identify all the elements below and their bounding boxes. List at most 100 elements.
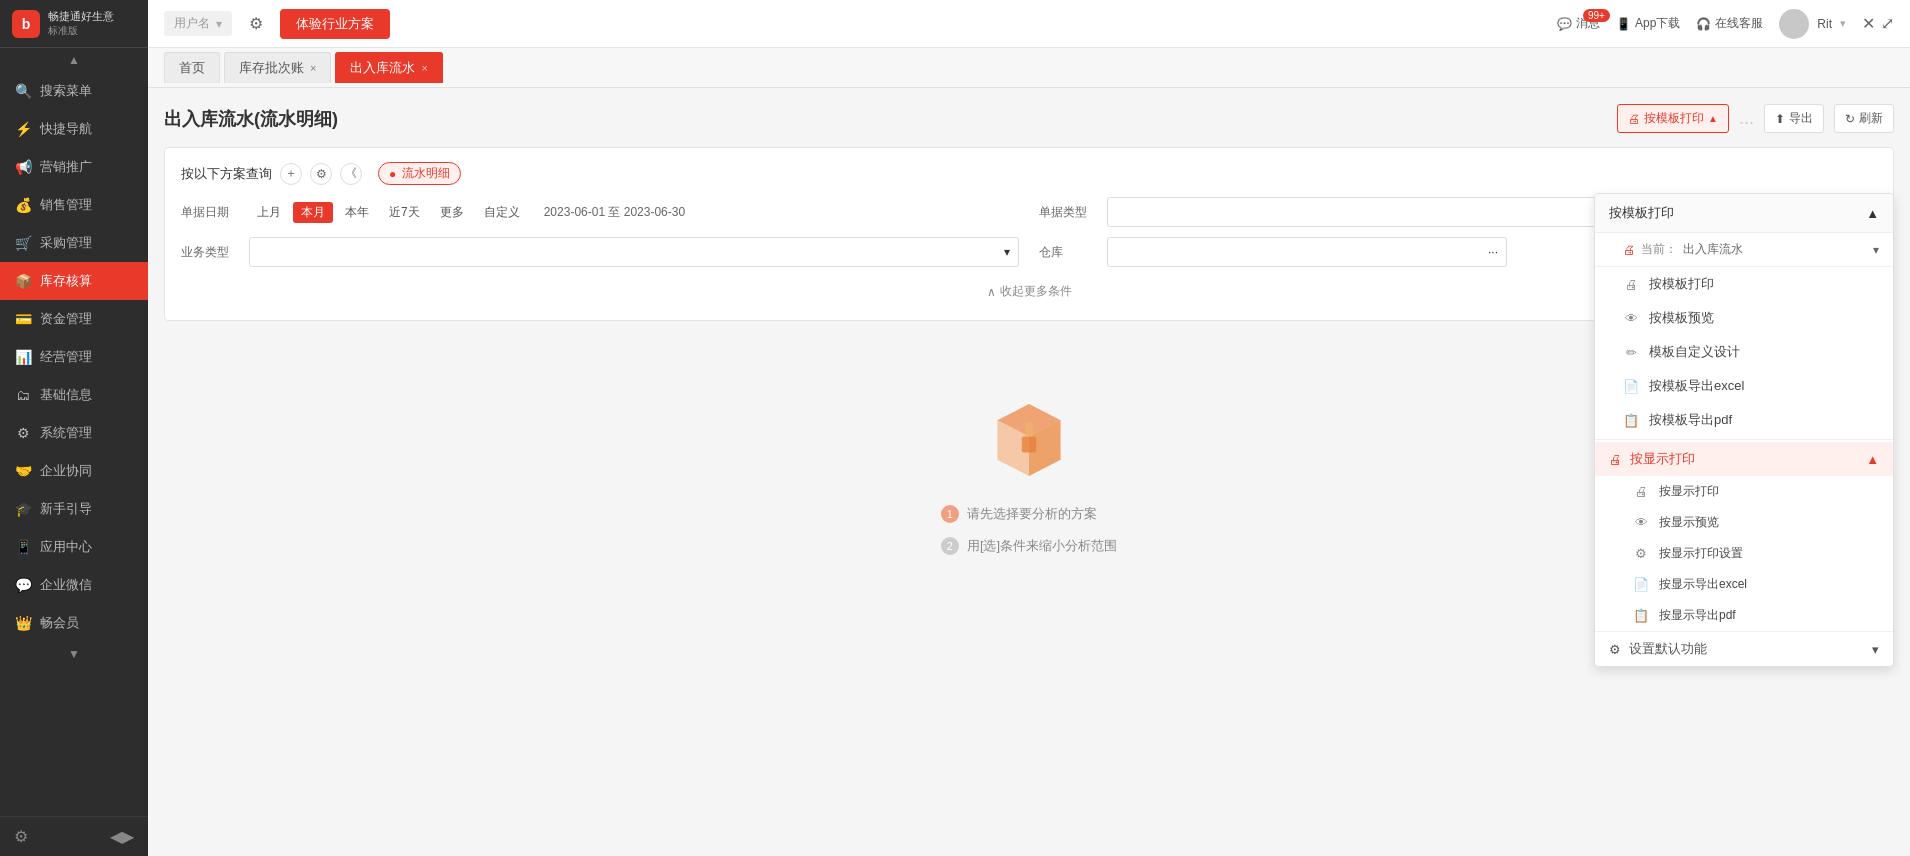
topbar-right: 💬 消息 99+ 📱 App下载 🎧 在线客服 Rit ▾ ✕ ⤢ xyxy=(1557,9,1894,39)
topbar-online-service[interactable]: 🎧 在线客服 xyxy=(1696,15,1763,32)
filter-label: 按以下方案查询 xyxy=(181,165,272,183)
sidebar-item-inventory[interactable]: 📦 库存核算 xyxy=(0,262,148,300)
window-controls: ✕ ⤢ xyxy=(1862,14,1894,33)
filter-collapse-btn[interactable]: 《 xyxy=(340,163,362,185)
filter-date-field: 单据日期 上月 本月 本年 近7天 更多 自定义 2023-06-01 至 20… xyxy=(181,202,1019,223)
refresh-icon: ↻ xyxy=(1845,112,1855,126)
service-label: 在线客服 xyxy=(1715,15,1763,32)
topbar-user-area[interactable]: Rit ▾ xyxy=(1779,9,1846,39)
dropdown-current-label[interactable]: 🖨 当前： 出入库流水 ▾ xyxy=(1595,233,1893,267)
svg-rect-5 xyxy=(1025,422,1032,436)
warehouse-select[interactable]: ··· xyxy=(1107,237,1507,267)
maximize-window-icon[interactable]: ⤢ xyxy=(1881,14,1894,33)
topbar-user[interactable]: 用户名 ▾ xyxy=(164,11,232,36)
current-print-icon: 🖨 xyxy=(1623,243,1635,257)
date-this-year[interactable]: 本年 xyxy=(337,202,377,223)
tab-home[interactable]: 首页 xyxy=(164,52,220,83)
filter-add-btn[interactable]: ＋ xyxy=(280,163,302,185)
print-template-button[interactable]: 🖨 按模板打印 ▲ xyxy=(1617,104,1729,133)
refresh-button[interactable]: ↻ 刷新 xyxy=(1834,104,1894,133)
dropdown-display-section-header[interactable]: 🖨 按显示打印 ▲ xyxy=(1595,442,1893,476)
dropdown-item-template-custom[interactable]: ✏ 模板自定义设计 xyxy=(1595,335,1893,369)
refresh-label: 刷新 xyxy=(1859,110,1883,127)
tab-batch-close-icon[interactable]: × xyxy=(310,62,316,74)
tab-home-label: 首页 xyxy=(179,59,205,77)
main-area: 用户名 ▾ ⚙ 体验行业方案 💬 消息 99+ 📱 App下载 🎧 在线客服 xyxy=(148,0,1910,856)
topbar-message[interactable]: 💬 消息 99+ xyxy=(1557,15,1600,32)
topbar-gear-icon[interactable]: ⚙ xyxy=(242,10,270,38)
app-download-label: App下载 xyxy=(1635,15,1680,32)
display-print-icon: 🖨 xyxy=(1633,484,1649,500)
actions-separator: ... xyxy=(1739,108,1754,129)
topbar-left: 用户名 ▾ ⚙ 体验行业方案 xyxy=(164,9,390,39)
dropdown-item-template-excel[interactable]: 📄 按模板导出excel xyxy=(1595,369,1893,403)
warehouse-ellipsis: ··· xyxy=(1488,245,1498,259)
sidebar-item-label: 库存核算 xyxy=(40,272,92,290)
guide-icon: 🎓 xyxy=(14,500,32,518)
trial-industry-button[interactable]: 体验行业方案 xyxy=(280,9,390,39)
date-this-month[interactable]: 本月 xyxy=(293,202,333,223)
date-last-month[interactable]: 上月 xyxy=(249,202,289,223)
display-pdf-icon: 📋 xyxy=(1633,608,1649,624)
collapse-chevron-up-icon: ∧ xyxy=(987,285,996,299)
dropdown-item-display-excel[interactable]: 📄 按显示导出excel xyxy=(1595,569,1893,600)
sales-icon: 💰 xyxy=(14,196,32,214)
business-type-select[interactable]: ▾ xyxy=(249,237,1019,267)
dropdown-item-display-preview[interactable]: 👁 按显示预览 xyxy=(1595,507,1893,538)
close-window-icon[interactable]: ✕ xyxy=(1862,14,1875,33)
empty-tips: 1 请先选择要分析的方案 2 用[选]条件来缩小分析范围 xyxy=(941,501,1117,559)
sidebar-collapse-icon[interactable]: ◀▶ xyxy=(110,827,134,846)
sidebar-item-finance[interactable]: 💳 资金管理 xyxy=(0,300,148,338)
dropdown-item-template-preview[interactable]: 👁 按模板预览 xyxy=(1595,301,1893,335)
display-settings-icon: ⚙ xyxy=(1633,546,1649,562)
empty-illustration xyxy=(984,395,1074,485)
search-icon: 🔍 xyxy=(14,82,32,100)
export-label: 导出 xyxy=(1789,110,1813,127)
dropdown-title: 按模板打印 xyxy=(1609,204,1674,222)
export-button[interactable]: ⬆ 导出 xyxy=(1764,104,1824,133)
display-preview-label: 按显示预览 xyxy=(1659,514,1719,531)
sidebar-item-label: 新手引导 xyxy=(40,500,92,518)
sidebar-item-label: 基础信息 xyxy=(40,386,92,404)
tab-flow-close-icon[interactable]: × xyxy=(421,62,427,74)
filter-settings-btn[interactable]: ⚙ xyxy=(310,163,332,185)
date-custom[interactable]: 自定义 xyxy=(476,202,528,223)
dropdown-item-template-print[interactable]: 🖨 按模板打印 xyxy=(1595,267,1893,301)
dropdown-item-template-pdf[interactable]: 📋 按模板导出pdf xyxy=(1595,403,1893,437)
page-title: 出入库流水(流水明细) xyxy=(164,107,338,131)
date-more[interactable]: 更多 xyxy=(432,202,472,223)
sidebar: b 畅捷通好生意 标准版 ▲ 🔍 搜索菜单 ⚡ 快捷导航 📢 营销推广 💰 销售… xyxy=(0,0,148,856)
sidebar-item-system[interactable]: ⚙ 系统管理 xyxy=(0,414,148,452)
default-settings-icon: ⚙ xyxy=(1609,642,1621,657)
sidebar-item-appcenter[interactable]: 📱 应用中心 xyxy=(0,528,148,566)
sidebar-item-corpwx[interactable]: 💬 企业微信 xyxy=(0,566,148,604)
sidebar-scroll-up[interactable]: ▲ xyxy=(0,48,148,72)
display-excel-icon: 📄 xyxy=(1633,577,1649,593)
sidebar-item-purchase[interactable]: 🛒 采购管理 xyxy=(0,224,148,262)
tab-flow[interactable]: 出入库流水 × xyxy=(335,52,442,83)
sidebar-item-search[interactable]: 🔍 搜索菜单 xyxy=(0,72,148,110)
saved-filter-tag[interactable]: ● 流水明细 xyxy=(378,162,461,185)
sidebar-item-member[interactable]: 👑 畅会员 xyxy=(0,604,148,642)
dropdown-item-display-settings[interactable]: ⚙ 按显示打印设置 xyxy=(1595,538,1893,569)
sidebar-item-operation[interactable]: 📊 经营管理 xyxy=(0,338,148,376)
dropdown-item-display-print[interactable]: 🖨 按显示打印 xyxy=(1595,476,1893,507)
enterprise-icon: 🤝 xyxy=(14,462,32,480)
display-section-icon: 🖨 xyxy=(1609,452,1622,467)
tab-batch[interactable]: 库存批次账 × xyxy=(224,52,331,83)
sidebar-settings-icon[interactable]: ⚙ xyxy=(14,827,28,846)
template-print-icon: 🖨 xyxy=(1623,276,1639,292)
sidebar-item-quicknav[interactable]: ⚡ 快捷导航 xyxy=(0,110,148,148)
sidebar-scroll-down[interactable]: ▼ xyxy=(0,642,148,666)
sidebar-item-guide[interactable]: 🎓 新手引导 xyxy=(0,490,148,528)
sidebar-item-label: 营销推广 xyxy=(40,158,92,176)
sidebar-item-basic[interactable]: 🗂 基础信息 xyxy=(0,376,148,414)
sidebar-item-enterprise[interactable]: 🤝 企业协同 xyxy=(0,452,148,490)
sidebar-item-marketing[interactable]: 📢 营销推广 xyxy=(0,148,148,186)
topbar-app-download[interactable]: 📱 App下载 xyxy=(1616,15,1680,32)
dropdown-default-section[interactable]: ⚙ 设置默认功能 ▾ xyxy=(1595,631,1893,666)
filter-tag-icon: ● xyxy=(389,167,396,181)
date-7days[interactable]: 近7天 xyxy=(381,202,428,223)
dropdown-item-display-pdf[interactable]: 📋 按显示导出pdf xyxy=(1595,600,1893,631)
sidebar-item-sales[interactable]: 💰 销售管理 xyxy=(0,186,148,224)
